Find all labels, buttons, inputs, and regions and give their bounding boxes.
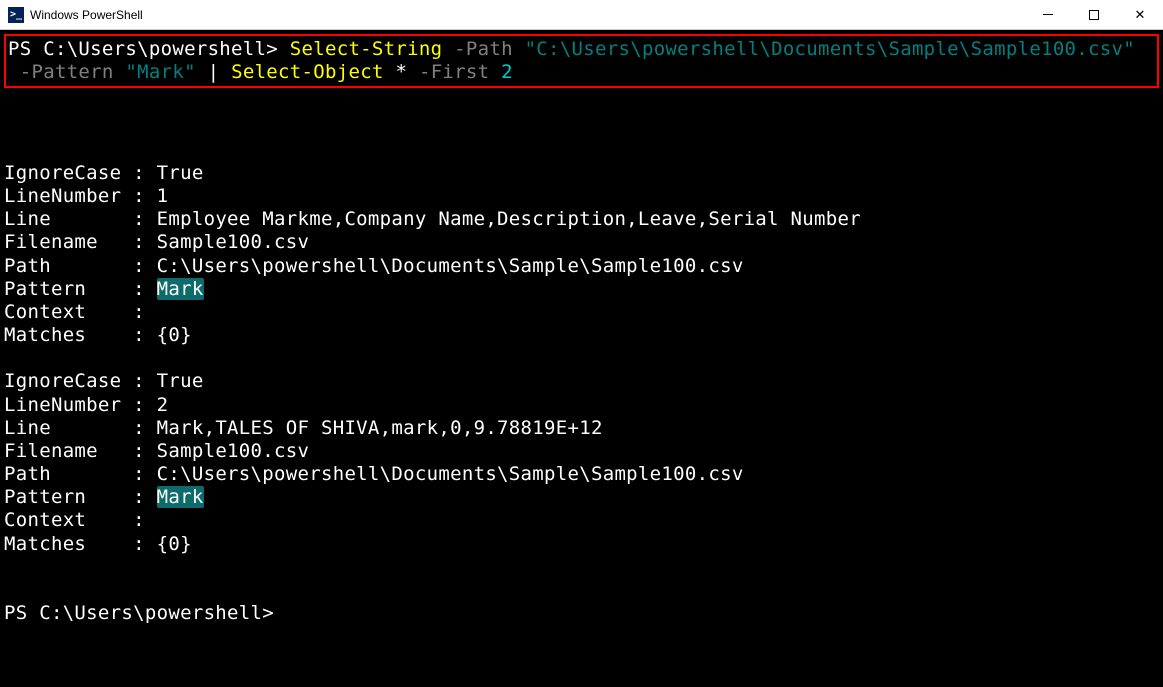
wildcard-star: *: [395, 61, 407, 83]
out-line-label: Line: [4, 208, 51, 230]
minimize-icon: [1043, 14, 1053, 15]
window-titlebar: >_ Windows PowerShell ✕: [0, 0, 1163, 30]
window-title: Windows PowerShell: [30, 8, 1025, 22]
out-pattern-value: Mark: [157, 278, 204, 300]
out2-pattern-value: Mark: [157, 486, 204, 508]
out2-path-label: Path: [4, 463, 51, 485]
out2-filename-label: Filename: [4, 440, 98, 462]
out2-ignorecase-value: True: [157, 370, 204, 392]
out-path-value: C:\Users\powershell\Documents\Sample\Sam…: [157, 255, 744, 277]
out2-linenumber-label: LineNumber: [4, 394, 121, 416]
out2-ignorecase-label: IgnoreCase: [4, 370, 121, 392]
maximize-button[interactable]: [1071, 0, 1117, 29]
out-filename-label: Filename: [4, 231, 98, 253]
out2-line-label: Line: [4, 417, 51, 439]
prompt-prefix: PS: [8, 38, 43, 60]
out-linenumber-label: LineNumber: [4, 185, 121, 207]
prompt2-prefix: PS: [4, 602, 39, 624]
out-line-value: Employee Markme,Company Name,Description…: [157, 208, 861, 230]
out-path-label: Path: [4, 255, 51, 277]
minimize-button[interactable]: [1025, 0, 1071, 29]
out-ignorecase-value: True: [157, 162, 204, 184]
param-pattern: -Pattern: [8, 61, 114, 83]
param-path: -Path: [454, 38, 513, 60]
first-value: 2: [501, 61, 513, 83]
out2-pattern-label: Pattern: [4, 486, 86, 508]
prompt2-path: C:\Users\powershell>: [39, 602, 274, 624]
out2-context-label: Context: [4, 509, 86, 531]
out2-line-value: Mark,TALES OF SHIVA,mark,0,9.78819E+12: [157, 417, 603, 439]
cmdlet-select-object: Select-Object: [231, 61, 384, 83]
out2-matches-label: Matches: [4, 533, 86, 555]
cmdlet-select-string: Select-String: [290, 38, 443, 60]
maximize-icon: [1089, 10, 1099, 20]
pipe-operator: |: [208, 61, 220, 83]
out-context-label: Context: [4, 301, 86, 323]
out2-linenumber-value: 2: [157, 394, 169, 416]
terminal-content[interactable]: PS C:\Users\powershell> Select-String -P…: [0, 30, 1163, 687]
pattern-value: "Mark": [125, 61, 195, 83]
window-controls: ✕: [1025, 0, 1163, 29]
out-ignorecase-label: IgnoreCase: [4, 162, 121, 184]
powershell-icon: >_: [8, 7, 24, 23]
command-highlight-box: PS C:\Users\powershell> Select-String -P…: [4, 34, 1159, 88]
out-matches-value: {0}: [157, 324, 192, 346]
out2-matches-value: {0}: [157, 533, 192, 555]
out2-filename-value: Sample100.csv: [157, 440, 310, 462]
out-linenumber-value: 1: [157, 185, 169, 207]
path-value: "C:\Users\powershell\Documents\Sample\Sa…: [525, 38, 1135, 60]
close-button[interactable]: ✕: [1117, 0, 1163, 29]
out-pattern-label: Pattern: [4, 278, 86, 300]
close-icon: ✕: [1135, 8, 1146, 21]
out-matches-label: Matches: [4, 324, 86, 346]
prompt-path: C:\Users\powershell>: [43, 38, 278, 60]
out-filename-value: Sample100.csv: [157, 231, 310, 253]
out2-path-value: C:\Users\powershell\Documents\Sample\Sam…: [157, 463, 744, 485]
param-first: -First: [419, 61, 489, 83]
